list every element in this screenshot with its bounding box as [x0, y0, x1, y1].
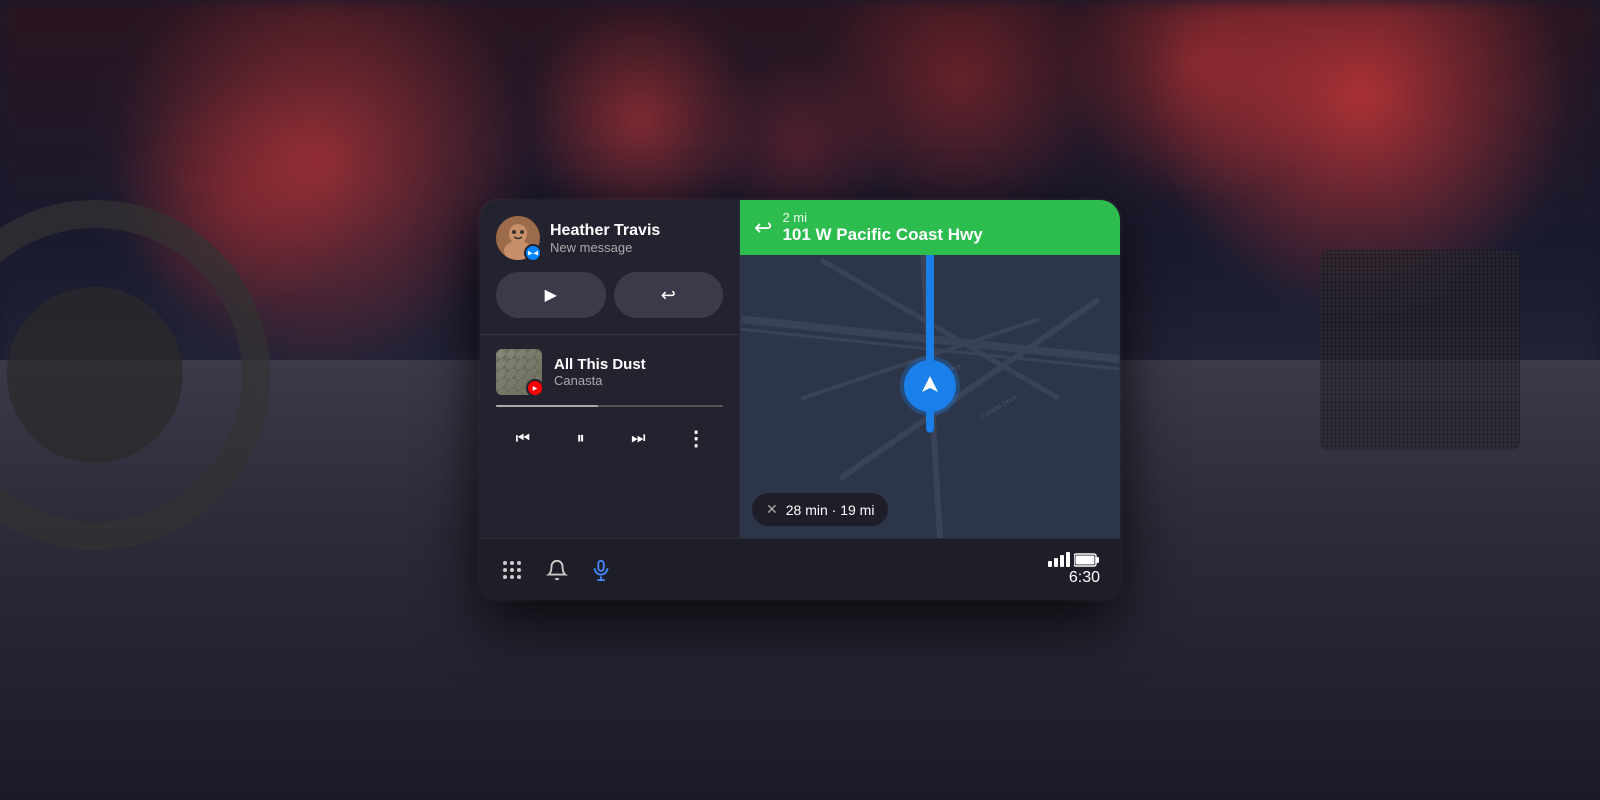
left-panel: Heather Travis New message ▶ ↩: [480, 200, 740, 538]
pause-icon: ⏸: [577, 430, 585, 448]
eta-close-button[interactable]: ✕: [766, 501, 778, 518]
avatar-container: [496, 216, 540, 260]
message-label: New message: [550, 240, 660, 255]
nav-street: 101 W Pacific Coast Hwy: [782, 225, 982, 245]
progress-bar[interactable]: [496, 405, 723, 407]
signal-bar-2: [1054, 558, 1058, 567]
time-display: 6:30: [1069, 569, 1100, 587]
eta-info: 28 min · 19 mi: [786, 502, 875, 518]
more-icon: ⋮: [686, 429, 706, 449]
artist-name: Canasta: [554, 373, 646, 388]
signal-bars: [1048, 552, 1070, 567]
messenger-badge: [524, 244, 542, 262]
nav-info: 2 mi 101 W Pacific Coast Hwy: [782, 210, 982, 245]
eta-time: 28 min: [786, 502, 828, 518]
reply-icon: ↩: [661, 285, 676, 306]
signal-bar-4: [1066, 552, 1070, 567]
play-message-button[interactable]: ▶: [496, 272, 606, 318]
pause-button[interactable]: ⏸: [554, 417, 608, 461]
apps-button[interactable]: [500, 558, 524, 582]
notification-text: Heather Travis New message: [550, 222, 660, 255]
action-buttons: ▶ ↩: [496, 272, 723, 318]
notification-header: Heather Travis New message: [496, 216, 723, 260]
navigation-card: ↩ 2 mi 101 W Pacific Coast Hwy: [740, 200, 1120, 255]
android-auto-display: Heather Travis New message ▶ ↩: [480, 200, 1120, 600]
nav-distance: 2 mi: [782, 210, 982, 225]
music-header: All This Dust Canasta: [496, 349, 723, 395]
eta-separator: ·: [832, 502, 841, 518]
signal-bar-1: [1048, 561, 1052, 567]
eta-card: ✕ 28 min · 19 mi: [752, 493, 888, 526]
speaker-grille: [1320, 250, 1520, 450]
prev-track-button[interactable]: ⏮: [496, 417, 550, 461]
status-area: 6:30: [1048, 552, 1100, 587]
battery-icon: [1074, 553, 1100, 567]
track-name: All This Dust: [554, 356, 646, 373]
notification-card: Heather Travis New message ▶ ↩: [480, 200, 739, 335]
progress-fill: [496, 405, 598, 407]
play-icon: ▶: [545, 285, 557, 305]
microphone-button[interactable]: [590, 559, 612, 581]
reply-message-button[interactable]: ↩: [614, 272, 724, 318]
signal-bar-3: [1060, 555, 1064, 567]
display-content: Heather Travis New message ▶ ↩: [480, 200, 1120, 538]
album-art: [496, 349, 542, 395]
music-info: All This Dust Canasta: [554, 356, 646, 388]
more-options-button[interactable]: ⋮: [669, 417, 723, 461]
next-track-button[interactable]: ⏭: [612, 417, 666, 461]
prev-icon: ⏮: [516, 430, 530, 448]
status-row: [1048, 552, 1100, 567]
contact-name: Heather Travis: [550, 222, 660, 240]
music-card: All This Dust Canasta ⏮ ⏸ ⏭: [480, 335, 739, 538]
bottom-bar: 6:30: [480, 538, 1120, 600]
turn-arrow-icon: ↩: [754, 215, 772, 241]
music-controls: ⏮ ⏸ ⏭ ⋮: [496, 417, 723, 461]
navigation-arrow: [904, 360, 956, 412]
nav-arrow-circle: [904, 360, 956, 412]
notifications-button[interactable]: [546, 559, 568, 581]
next-icon: ⏭: [631, 430, 645, 448]
bottom-left-icons: [500, 558, 612, 582]
eta-distance: 19 mi: [840, 502, 874, 518]
music-source-badge: [526, 379, 542, 395]
map-panel[interactable]: Cantilon Drive Gallatin Drive ↩ 2 mi 101…: [740, 200, 1120, 538]
